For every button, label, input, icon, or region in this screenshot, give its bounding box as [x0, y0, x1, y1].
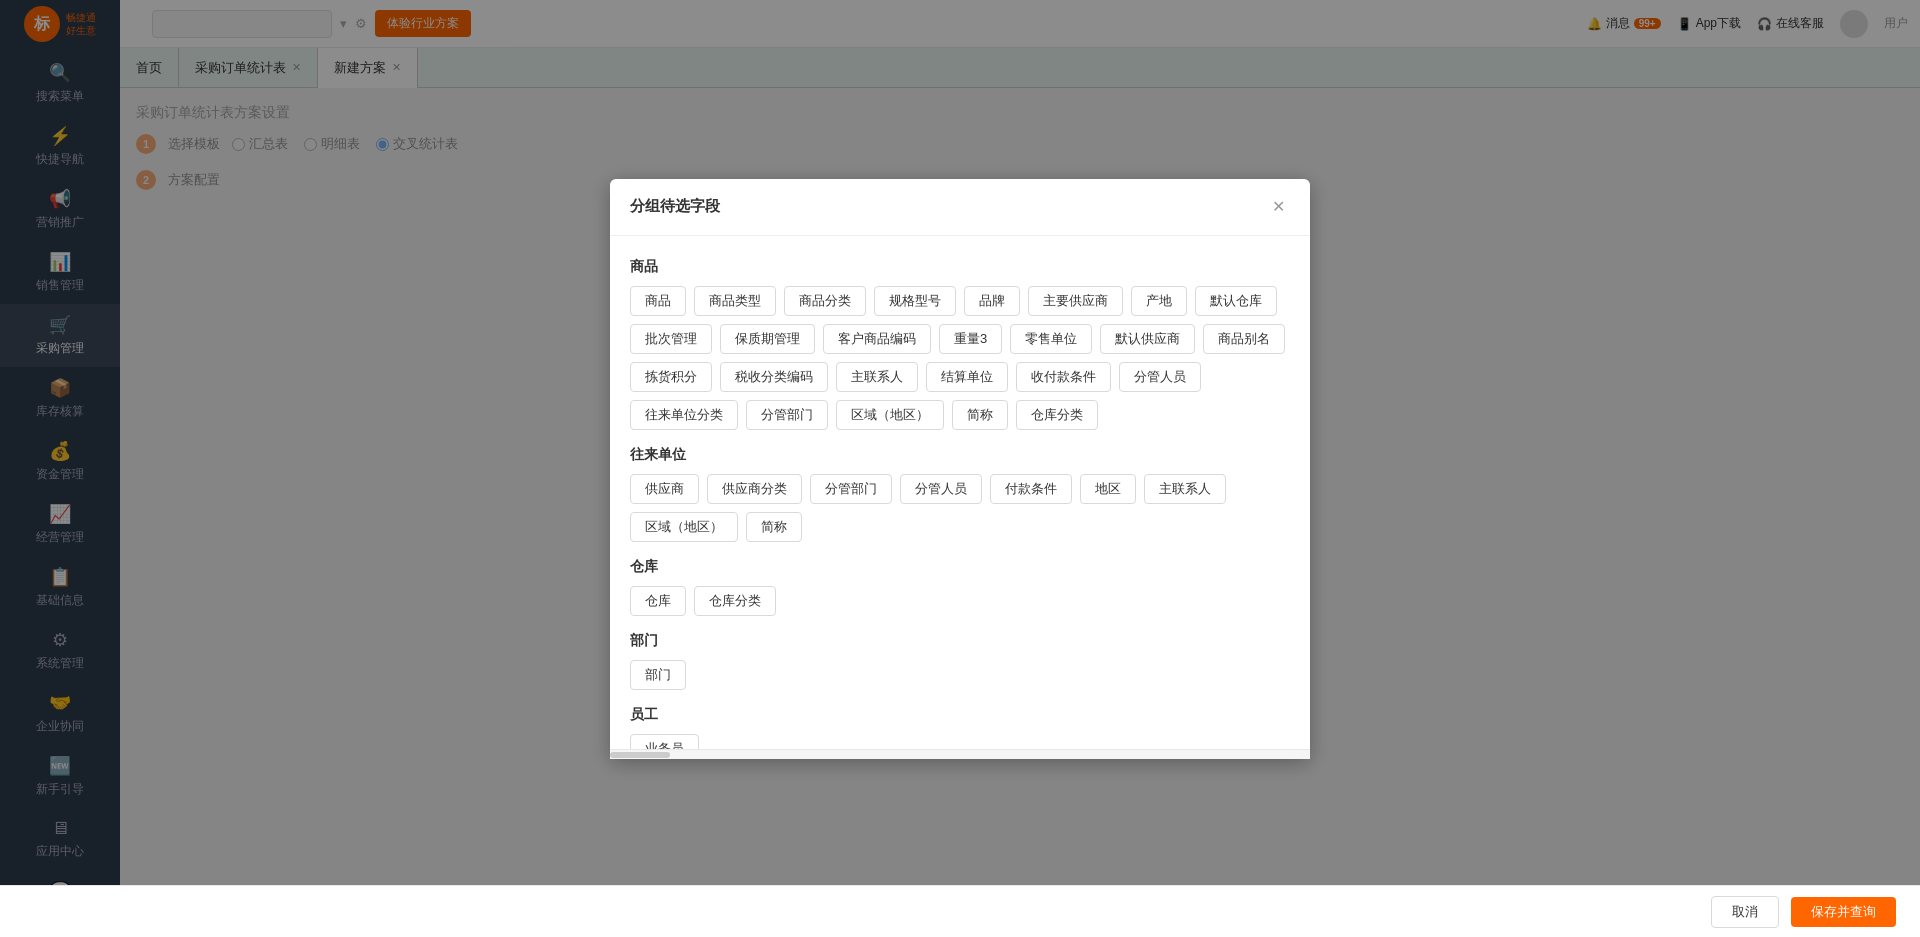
section-title-partner: 往来单位 — [630, 446, 1290, 464]
modal-dialog: 分组待选字段 ✕ 商品商品商品类型商品分类规格型号品牌主要供应商产地默认仓库批次… — [610, 179, 1310, 759]
field-tag-分管部门[interactable]: 分管部门 — [746, 400, 828, 430]
field-tag-供应商分类[interactable]: 供应商分类 — [707, 474, 802, 504]
modal-overlay: 分组待选字段 ✕ 商品商品商品类型商品分类规格型号品牌主要供应商产地默认仓库批次… — [0, 0, 1920, 937]
field-tag-仓库分类[interactable]: 仓库分类 — [1016, 400, 1098, 430]
field-grid-warehouse: 仓库仓库分类 — [630, 586, 1290, 616]
field-tag-分管人员[interactable]: 分管人员 — [1119, 362, 1201, 392]
scrollbar-thumb — [610, 752, 670, 758]
field-tag-规格型号[interactable]: 规格型号 — [874, 286, 956, 316]
field-tag-主联系人[interactable]: 主联系人 — [1144, 474, 1226, 504]
field-tag-品牌[interactable]: 品牌 — [964, 286, 1020, 316]
field-tag-分管部门[interactable]: 分管部门 — [810, 474, 892, 504]
field-tag-商品分类[interactable]: 商品分类 — [784, 286, 866, 316]
horizontal-scrollbar[interactable] — [610, 749, 1310, 759]
field-tag-默认供应商[interactable]: 默认供应商 — [1100, 324, 1195, 354]
modal-header: 分组待选字段 ✕ — [610, 179, 1310, 236]
field-tag-区域（地区）[interactable]: 区域（地区） — [836, 400, 944, 430]
save-query-button[interactable]: 保存并查询 — [1791, 897, 1896, 927]
field-grid-employee: 业务员 — [630, 734, 1290, 749]
field-tag-批次管理[interactable]: 批次管理 — [630, 324, 712, 354]
field-tag-分管人员[interactable]: 分管人员 — [900, 474, 982, 504]
field-tag-部门[interactable]: 部门 — [630, 660, 686, 690]
field-tag-客户商品编码[interactable]: 客户商品编码 — [823, 324, 931, 354]
field-tag-收付款条件[interactable]: 收付款条件 — [1016, 362, 1111, 392]
field-tag-地区[interactable]: 地区 — [1080, 474, 1136, 504]
field-tag-主要供应商[interactable]: 主要供应商 — [1028, 286, 1123, 316]
section-title-warehouse: 仓库 — [630, 558, 1290, 576]
field-tag-供应商[interactable]: 供应商 — [630, 474, 699, 504]
field-tag-默认仓库[interactable]: 默认仓库 — [1195, 286, 1277, 316]
field-tag-保质期管理[interactable]: 保质期管理 — [720, 324, 815, 354]
field-tag-零售单位[interactable]: 零售单位 — [1010, 324, 1092, 354]
field-tag-商品别名[interactable]: 商品别名 — [1203, 324, 1285, 354]
modal-body: 商品商品商品类型商品分类规格型号品牌主要供应商产地默认仓库批次管理保质期管理客户… — [610, 236, 1310, 749]
field-grid-partner: 供应商供应商分类分管部门分管人员付款条件地区主联系人区域（地区） 简称 — [630, 474, 1290, 542]
field-tag-简称[interactable]: 简称 — [952, 400, 1008, 430]
field-grid-goods: 商品商品类型商品分类规格型号品牌主要供应商产地默认仓库批次管理保质期管理客户商品… — [630, 286, 1290, 430]
field-tag-商品[interactable]: 商品 — [630, 286, 686, 316]
section-title-goods: 商品 — [630, 258, 1290, 276]
section-title-department: 部门 — [630, 632, 1290, 650]
field-tag-拣货积分[interactable]: 拣货积分 — [630, 362, 712, 392]
field-tag-商品类型[interactable]: 商品类型 — [694, 286, 776, 316]
field-tag-往来单位分类[interactable]: 往来单位分类 — [630, 400, 738, 430]
field-tag-仓库[interactable]: 仓库 — [630, 586, 686, 616]
field-tag-重量3[interactable]: 重量3 — [939, 324, 1002, 354]
field-grid-department: 部门 — [630, 660, 1290, 690]
field-tag-主联系人[interactable]: 主联系人 — [836, 362, 918, 392]
field-tag-仓库分类[interactable]: 仓库分类 — [694, 586, 776, 616]
field-tag-产地[interactable]: 产地 — [1131, 286, 1187, 316]
bottom-bar: 取消 保存并查询 — [0, 885, 1920, 937]
modal-title: 分组待选字段 — [630, 197, 720, 216]
field-tag-结算单位[interactable]: 结算单位 — [926, 362, 1008, 392]
field-tag-业务员[interactable]: 业务员 — [630, 734, 699, 749]
field-tag-税收分类编码[interactable]: 税收分类编码 — [720, 362, 828, 392]
modal-close-button[interactable]: ✕ — [1266, 195, 1290, 219]
field-tag-付款条件[interactable]: 付款条件 — [990, 474, 1072, 504]
cancel-button[interactable]: 取消 — [1711, 896, 1779, 928]
field-tag-区域（地区）[interactable]: 区域（地区） — [630, 512, 738, 542]
section-title-employee: 员工 — [630, 706, 1290, 724]
field-tag-简称[interactable]: 简称 — [746, 512, 802, 542]
